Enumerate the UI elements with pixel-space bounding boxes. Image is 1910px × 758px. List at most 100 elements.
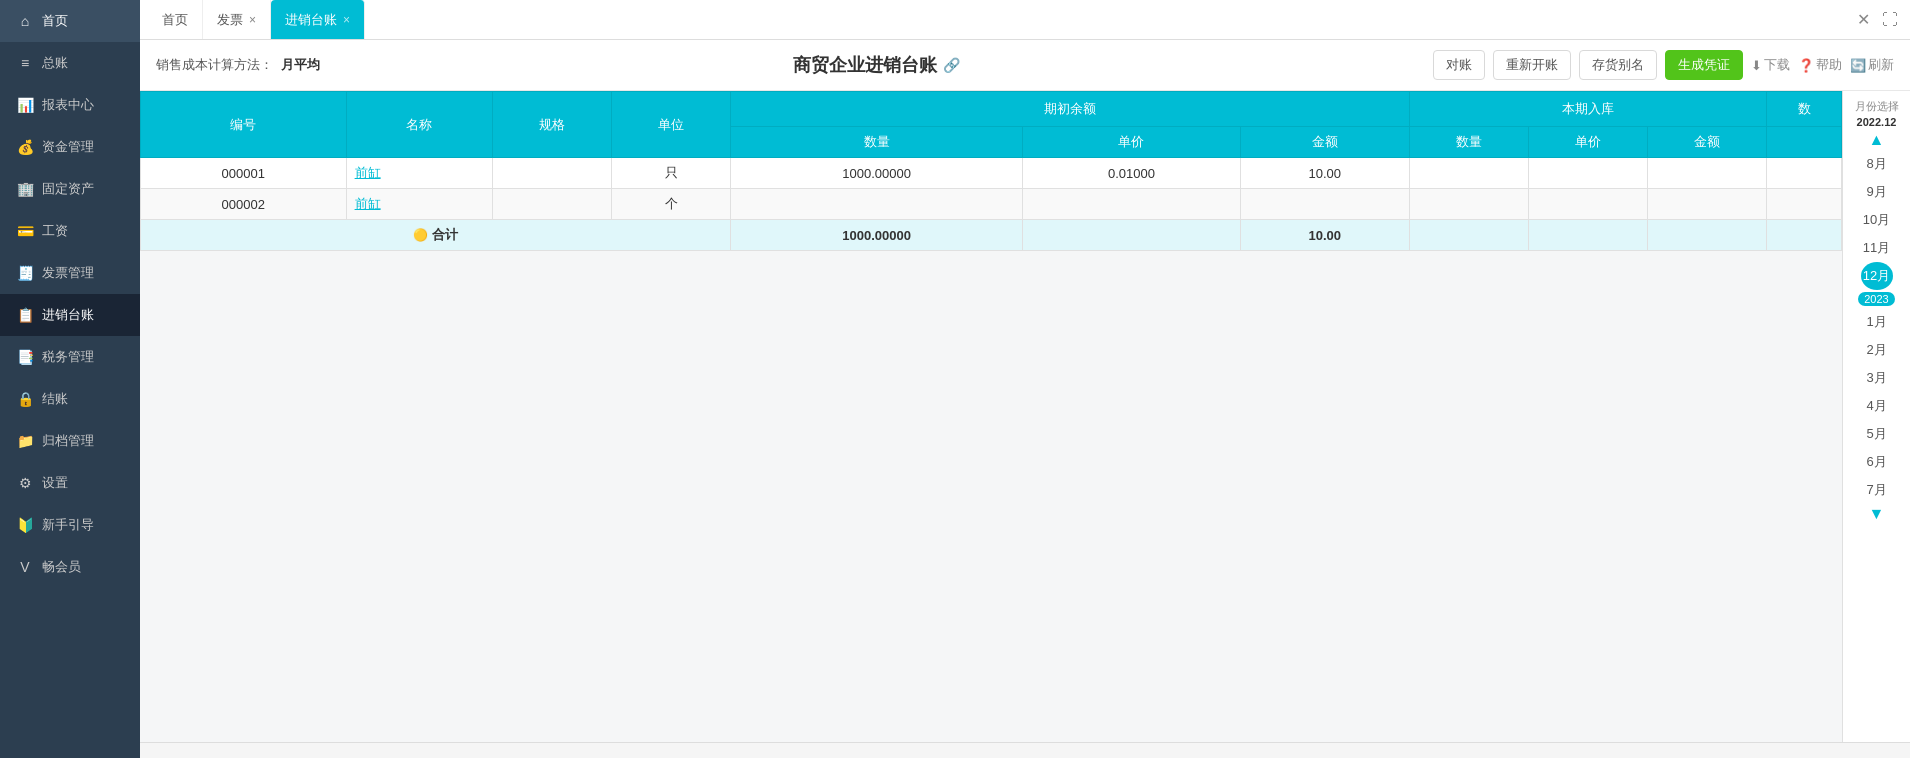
row2-current-in-price [1528, 189, 1647, 220]
main-content: 销售成本计算方法： 月平均 商贸企业进销台账 🔗 对账 重新开账 存货别名 生成… [140, 40, 1910, 758]
sidebar-item-settings[interactable]: ⚙ 设置 [0, 462, 140, 504]
total-opening-qty: 1000.00000 [731, 220, 1023, 251]
month-panel: 月份选择 2022.12 ▲ 8月 9月 10月 11月 12月 2023 1月… [1842, 91, 1910, 742]
month-item-6[interactable]: 6月 [1843, 448, 1910, 476]
month-item-12[interactable]: 12月 [1861, 262, 1893, 290]
refresh-button[interactable]: 🔄 刷新 [1850, 56, 1894, 74]
finance-icon: 💰 [16, 139, 34, 155]
row2-opening-amount [1240, 189, 1409, 220]
row1-opening-price: 0.01000 [1023, 158, 1241, 189]
help-button[interactable]: ❓ 帮助 [1798, 56, 1842, 74]
cost-method-info: 销售成本计算方法： 月平均 [156, 56, 320, 74]
settings-icon: ⚙ [16, 475, 34, 491]
total-opening-price [1023, 220, 1241, 251]
month-item-5[interactable]: 5月 [1843, 420, 1910, 448]
closing-icon: 🔒 [16, 391, 34, 407]
sidebar-item-payroll[interactable]: 💳 工资 [0, 210, 140, 252]
month-item-9[interactable]: 9月 [1843, 178, 1910, 206]
help-icon: ❓ [1798, 58, 1814, 73]
month-item-2[interactable]: 2月 [1843, 336, 1910, 364]
row1-current-in-qty [1409, 158, 1528, 189]
month-item-1[interactable]: 1月 [1843, 308, 1910, 336]
ledger-icon: ≡ [16, 55, 34, 71]
assets-icon: 🏢 [16, 181, 34, 197]
month-item-11[interactable]: 11月 [1843, 234, 1910, 262]
month-panel-title: 月份选择 [1855, 95, 1899, 116]
toolbar-buttons: 对账 重新开账 存货别名 生成凭证 ⬇ 下载 ❓ 帮助 🔄 刷新 [1433, 50, 1894, 80]
tab-purchase-sales-label: 进销台账 [285, 11, 337, 29]
reports-icon: 📊 [16, 97, 34, 113]
col-code: 编号 [141, 92, 347, 158]
col-spec: 规格 [492, 92, 611, 158]
row1-unit: 只 [612, 158, 731, 189]
scroll-bar[interactable] [140, 742, 1910, 758]
month-item-4[interactable]: 4月 [1843, 392, 1910, 420]
sidebar-item-guide[interactable]: 🔰 新手引导 [0, 504, 140, 546]
sidebar-item-assets[interactable]: 🏢 固定资产 [0, 168, 140, 210]
sidebar-item-purchase-sales[interactable]: 📋 进销台账 [0, 294, 140, 336]
refresh-icon: 🔄 [1850, 58, 1866, 73]
title-link-icon[interactable]: 🔗 [943, 57, 960, 73]
content-with-panel: 编号 名称 规格 单位 期初余额 本期入库 数 数量 单价 金额 数 [140, 91, 1910, 742]
col-opening-qty: 数量 [731, 127, 1023, 158]
tab-invoice-label: 发票 [217, 11, 243, 29]
col-unit: 单位 [612, 92, 731, 158]
row1-name: 前缸 [346, 158, 492, 189]
window-close-button[interactable]: ✕ [1853, 8, 1874, 31]
tab-purchase-sales-close[interactable]: × [343, 13, 350, 27]
generate-voucher-button[interactable]: 生成凭证 [1665, 50, 1743, 80]
archive-icon: 📁 [16, 433, 34, 449]
table-row: 000002 前缸 个 [141, 189, 1842, 220]
sidebar-item-closing[interactable]: 🔒 结账 [0, 378, 140, 420]
row2-unit: 个 [612, 189, 731, 220]
month-item-8[interactable]: 8月 [1843, 150, 1910, 178]
tab-invoice-close[interactable]: × [249, 13, 256, 27]
reconcile-button[interactable]: 对账 [1433, 50, 1485, 80]
window-maximize-button[interactable]: ⛶ [1878, 9, 1902, 31]
sidebar-item-archive[interactable]: 📁 归档管理 [0, 420, 140, 462]
sidebar-item-vip[interactable]: V 畅会员 [0, 546, 140, 588]
tab-home-label: 首页 [162, 11, 188, 29]
row1-extra [1767, 158, 1842, 189]
payroll-icon: 💳 [16, 223, 34, 239]
total-current-in-qty [1409, 220, 1528, 251]
row2-current-in-amount [1647, 189, 1766, 220]
month-item-10[interactable]: 10月 [1843, 206, 1910, 234]
vip-icon: V [16, 559, 34, 575]
tab-home[interactable]: 首页 [148, 0, 203, 39]
main-wrapper: 首页 发票 × 进销台账 × ✕ ⛶ 销售成本计算方法： 月平均 商贸企业进销台… [140, 0, 1910, 758]
col-opening-amount: 金额 [1240, 127, 1409, 158]
row2-opening-qty [731, 189, 1023, 220]
reopen-button[interactable]: 重新开账 [1493, 50, 1571, 80]
download-icon: ⬇ [1751, 58, 1762, 73]
tab-purchase-sales[interactable]: 进销台账 × [271, 0, 365, 39]
sidebar-item-reports[interactable]: 📊 报表中心 [0, 84, 140, 126]
month-nav-up[interactable]: ▲ [1869, 130, 1885, 150]
total-current-in-price [1528, 220, 1647, 251]
month-item-3[interactable]: 3月 [1843, 364, 1910, 392]
col-placeholder [1767, 127, 1842, 158]
col-opening-price: 单价 [1023, 127, 1241, 158]
title-text: 商贸企业进销台账 [793, 53, 937, 77]
total-icon: 🟡 [413, 228, 428, 242]
month-panel-year-2022: 2022.12 [1857, 116, 1897, 128]
total-current-in-amount [1647, 220, 1766, 251]
tab-invoice[interactable]: 发票 × [203, 0, 271, 39]
table-container[interactable]: 编号 名称 规格 单位 期初余额 本期入库 数 数量 单价 金额 数 [140, 91, 1842, 742]
save-as-button[interactable]: 存货别名 [1579, 50, 1657, 80]
guide-icon: 🔰 [16, 517, 34, 533]
col-more: 数 [1767, 92, 1842, 127]
col-current-in-price: 单价 [1528, 127, 1647, 158]
month-nav-down[interactable]: ▼ [1869, 504, 1885, 524]
download-button[interactable]: ⬇ 下载 [1751, 56, 1790, 74]
sidebar-item-tax[interactable]: 📑 税务管理 [0, 336, 140, 378]
sidebar-item-invoice-mgmt[interactable]: 🧾 发票管理 [0, 252, 140, 294]
sidebar-item-ledger[interactable]: ≡ 总账 [0, 42, 140, 84]
tax-icon: 📑 [16, 349, 34, 365]
main-table: 编号 名称 规格 单位 期初余额 本期入库 数 数量 单价 金额 数 [140, 91, 1842, 251]
row2-extra [1767, 189, 1842, 220]
sidebar-item-finance[interactable]: 💰 资金管理 [0, 126, 140, 168]
month-item-7[interactable]: 7月 [1843, 476, 1910, 504]
row1-current-in-amount [1647, 158, 1766, 189]
sidebar-item-home[interactable]: ⌂ 首页 [0, 0, 140, 42]
